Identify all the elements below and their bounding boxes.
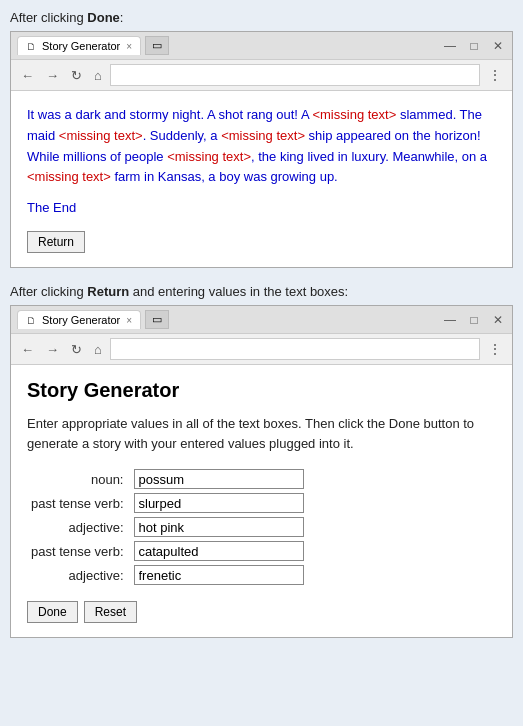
tab-close-1[interactable]: × [126, 41, 132, 52]
browser-content-1: It was a dark and stormy night. A shot r… [11, 91, 512, 267]
missing-text-1: <missing text> [312, 107, 396, 122]
section2-label: After clicking Return and entering value… [10, 284, 513, 299]
browser-tab-1[interactable]: 🗋 Story Generator × [17, 36, 141, 55]
form-row: past tense verb: [27, 539, 308, 563]
back-btn-2[interactable]: ← [17, 340, 38, 359]
field-input-cell-1 [130, 491, 308, 515]
instructions: Enter appropriate values in all of the t… [27, 414, 496, 453]
minimize-btn-2[interactable]: — [442, 312, 458, 328]
browser-titlebar-2: 🗋 Story Generator × ▭ — □ ✕ [11, 306, 512, 334]
field-input-cell-4 [130, 563, 308, 587]
refresh-btn-2[interactable]: ↻ [67, 340, 86, 359]
new-tab-btn-2[interactable]: ▭ [145, 310, 169, 329]
tab-close-2[interactable]: × [126, 315, 132, 326]
tab-area-2: 🗋 Story Generator × ▭ [17, 310, 436, 329]
field-label-2: adjective: [27, 515, 130, 539]
address-bar-1[interactable] [110, 64, 480, 86]
maximize-btn-2[interactable]: □ [466, 312, 482, 328]
address-bar-2[interactable] [110, 338, 480, 360]
menu-btn-1[interactable]: ⋮ [484, 65, 506, 85]
field-label-0: noun: [27, 467, 130, 491]
browser-toolbar-2: ← → ↻ ⌂ ⋮ [11, 334, 512, 365]
close-btn-1[interactable]: ✕ [490, 38, 506, 54]
section1-label: After clicking Done: [10, 10, 513, 25]
story-paragraph: It was a dark and stormy night. A shot r… [27, 105, 496, 188]
missing-text-2: <missing text> [59, 128, 143, 143]
window-controls-1: — □ ✕ [442, 38, 506, 54]
return-button[interactable]: Return [27, 231, 85, 253]
forward-btn-2[interactable]: → [42, 340, 63, 359]
tab-favicon-1: 🗋 [26, 41, 36, 52]
home-btn-1[interactable]: ⌂ [90, 66, 106, 85]
form-row: adjective: [27, 515, 308, 539]
browser-titlebar-1: 🗋 Story Generator × ▭ — □ ✕ [11, 32, 512, 60]
story-text-3: . Suddenly, a [143, 128, 222, 143]
field-label-1: past tense verb: [27, 491, 130, 515]
story-text-1: It was a dark and stormy night. A shot r… [27, 107, 312, 122]
missing-text-4: <missing text> [167, 149, 251, 164]
field-input-cell-2 [130, 515, 308, 539]
maximize-btn-1[interactable]: □ [466, 38, 482, 54]
field-input-cell-3 [130, 539, 308, 563]
browser-window-2: 🗋 Story Generator × ▭ — □ ✕ ← → ↻ ⌂ ⋮ St… [10, 305, 513, 638]
browser-content-2: Story Generator Enter appropriate values… [11, 365, 512, 637]
done-button[interactable]: Done [27, 601, 78, 623]
tab-area-1: 🗋 Story Generator × ▭ [17, 36, 436, 55]
menu-btn-2[interactable]: ⋮ [484, 339, 506, 359]
tab-label-2: Story Generator [42, 314, 120, 326]
close-btn-2[interactable]: ✕ [490, 312, 506, 328]
field-input-4[interactable] [134, 565, 304, 585]
missing-text-3: <missing text> [221, 128, 305, 143]
form-row: noun: [27, 467, 308, 491]
form-row: adjective: [27, 563, 308, 587]
field-label-4: adjective: [27, 563, 130, 587]
browser-window-1: 🗋 Story Generator × ▭ — □ ✕ ← → ↻ ⌂ ⋮ It… [10, 31, 513, 268]
field-input-cell-0 [130, 467, 308, 491]
new-tab-btn-1[interactable]: ▭ [145, 36, 169, 55]
reset-button[interactable]: Reset [84, 601, 137, 623]
field-input-1[interactable] [134, 493, 304, 513]
browser-toolbar-1: ← → ↻ ⌂ ⋮ [11, 60, 512, 91]
field-label-3: past tense verb: [27, 539, 130, 563]
forward-btn-1[interactable]: → [42, 66, 63, 85]
page-title: Story Generator [27, 379, 496, 402]
field-input-3[interactable] [134, 541, 304, 561]
minimize-btn-1[interactable]: — [442, 38, 458, 54]
missing-text-5: <missing text> [27, 169, 111, 184]
tab-label-1: Story Generator [42, 40, 120, 52]
window-controls-2: — □ ✕ [442, 312, 506, 328]
form-row: past tense verb: [27, 491, 308, 515]
home-btn-2[interactable]: ⌂ [90, 340, 106, 359]
back-btn-1[interactable]: ← [17, 66, 38, 85]
field-input-2[interactable] [134, 517, 304, 537]
the-end: The End [27, 200, 496, 215]
browser-tab-2[interactable]: 🗋 Story Generator × [17, 310, 141, 329]
form-buttons: Done Reset [27, 601, 496, 623]
refresh-btn-1[interactable]: ↻ [67, 66, 86, 85]
field-input-0[interactable] [134, 469, 304, 489]
story-text-6: farm in Kansas, a boy was growing up. [111, 169, 338, 184]
story-text-5: , the king lived in luxury. Meanwhile, o… [251, 149, 487, 164]
tab-favicon-2: 🗋 [26, 315, 36, 326]
form-table: noun: past tense verb: adjective: past t… [27, 467, 308, 587]
